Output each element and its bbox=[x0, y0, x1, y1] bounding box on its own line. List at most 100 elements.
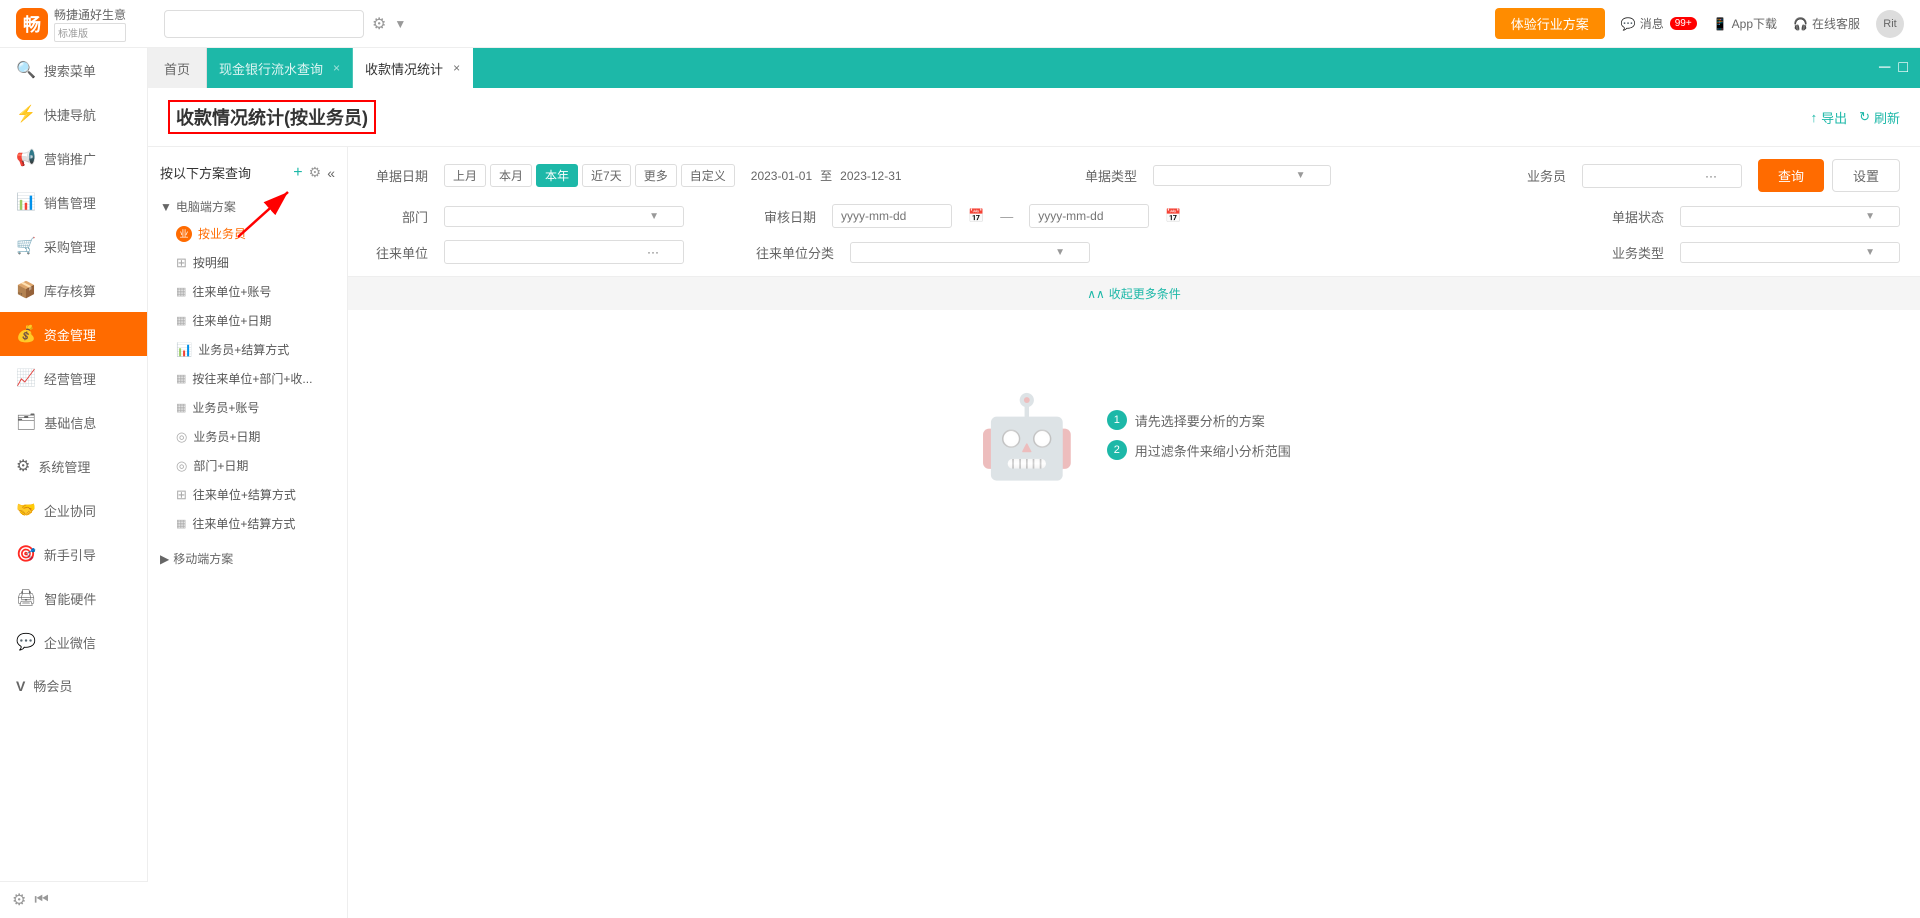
sidebar-item-finance[interactable]: 💰 资金管理 bbox=[0, 312, 147, 356]
sidebar-label-operations: 经营管理 bbox=[44, 369, 96, 388]
sidebar-item-wechat[interactable]: 💬 企业微信 bbox=[0, 620, 147, 664]
scheme-item-agent-date[interactable]: ◎ 业务员+日期 bbox=[148, 422, 347, 451]
date-tab-custom[interactable]: 自定义 bbox=[681, 164, 735, 187]
review-date-start[interactable] bbox=[832, 204, 952, 228]
date-tab-this-month[interactable]: 本月 bbox=[490, 164, 532, 187]
sidebar-item-nav[interactable]: ⚡ 快捷导航 bbox=[0, 92, 147, 136]
purchase-icon: 🛒 bbox=[16, 236, 36, 256]
search-icon: 🔍 bbox=[16, 60, 36, 80]
counterparty-category-select[interactable]: ▼ bbox=[850, 242, 1090, 263]
business-type-select[interactable]: ▼ bbox=[1680, 242, 1900, 263]
setting-button[interactable]: 设置 bbox=[1832, 159, 1900, 192]
collapse-bar[interactable]: ∧∧ 收起更多条件 bbox=[348, 277, 1920, 310]
sidebar-item-purchase[interactable]: 🛒 采购管理 bbox=[0, 224, 147, 268]
message-action[interactable]: 💬 消息 99+ bbox=[1621, 15, 1697, 32]
tab-receipt-close[interactable]: × bbox=[453, 61, 460, 75]
export-button[interactable]: ↑ 导出 bbox=[1811, 108, 1848, 127]
system-icon: ⚙ bbox=[16, 456, 30, 476]
sidebar-settings-icon[interactable]: ⚙ bbox=[12, 890, 26, 910]
voucher-status-label: 单据状态 bbox=[1604, 207, 1664, 226]
page-title: 收款情况统计(按业务员) bbox=[168, 100, 376, 134]
date-tab-7days[interactable]: 近7天 bbox=[582, 164, 631, 187]
sidebar-item-system[interactable]: ⚙ 系统管理 bbox=[0, 444, 147, 488]
date-dash: — bbox=[1000, 209, 1013, 224]
tab-cashflow-label: 现金银行流水查询 bbox=[219, 59, 323, 78]
tab-home[interactable]: 首页 bbox=[148, 48, 207, 88]
calendar-icon-end[interactable]: 📅 bbox=[1165, 208, 1181, 224]
tab-cashflow[interactable]: 现金银行流水查询 × bbox=[207, 48, 353, 88]
sidebar-item-guide[interactable]: 🎯 新手引导 bbox=[0, 532, 147, 576]
scheme-collapse-icon[interactable]: « bbox=[327, 165, 335, 181]
agent-date-icon: ◎ bbox=[176, 429, 187, 445]
sidebar-item-sales[interactable]: 📊 销售管理 bbox=[0, 180, 147, 224]
date-tab-this-year[interactable]: 本年 bbox=[536, 164, 578, 187]
scheme-setting-icon[interactable]: ⚙ bbox=[309, 164, 322, 181]
logo-icon: 畅 bbox=[16, 8, 48, 40]
sidebar-collapse-icon[interactable]: ⏮ bbox=[34, 891, 48, 909]
scheme-mobile-toggle[interactable]: ▶ 移动端方案 bbox=[148, 546, 347, 571]
refresh-button[interactable]: ↻ 刷新 bbox=[1859, 108, 1900, 127]
sidebar-label-search: 搜索菜单 bbox=[44, 61, 96, 80]
voucher-type-select[interactable]: ▼ bbox=[1153, 165, 1330, 186]
scheme-item-agent-account[interactable]: ▦ 业务员+账号 bbox=[148, 393, 347, 422]
window-minimize-icon[interactable]: ─ bbox=[1879, 59, 1890, 77]
scheme-item-agent-settle[interactable]: 📊 业务员+结算方式 bbox=[148, 335, 347, 364]
gear-icon[interactable]: ⚙ bbox=[372, 14, 386, 34]
sidebar-bottom: ⚙ ⏮ bbox=[0, 881, 148, 918]
sidebar-item-inventory[interactable]: 📦 库存核算 bbox=[0, 268, 147, 312]
phone-icon: 📱 bbox=[1713, 17, 1728, 31]
refresh-icon: ↻ bbox=[1859, 109, 1870, 125]
refresh-label: 刷新 bbox=[1874, 108, 1900, 127]
tab-cashflow-close[interactable]: × bbox=[333, 61, 340, 75]
window-maximize-icon[interactable]: □ bbox=[1898, 59, 1908, 77]
sidebar-item-collab[interactable]: 🤝 企业协同 bbox=[0, 488, 147, 532]
app-download-action[interactable]: 📱 App下载 bbox=[1713, 15, 1777, 32]
scheme-item-by-agent[interactable]: 业 按业务员 bbox=[148, 219, 347, 248]
scheme-label-agent-settle: 业务员+结算方式 bbox=[198, 341, 289, 358]
scheme-item-unit-dept[interactable]: ▦ 按往来单位+部门+收... bbox=[148, 364, 347, 393]
step-1-num: 1 bbox=[1107, 410, 1127, 430]
dept-select[interactable]: ▼ bbox=[444, 206, 684, 227]
scheme-label-detail: 按明细 bbox=[193, 254, 229, 271]
chevron-down-icon[interactable]: ▼ bbox=[394, 17, 406, 31]
scheme-item-unit-account[interactable]: ▦ 往来单位+账号 bbox=[148, 277, 347, 306]
scheme-desktop-toggle[interactable]: ▼ 电脑端方案 bbox=[148, 194, 347, 219]
sidebar-item-marketing[interactable]: 📢 营销推广 bbox=[0, 136, 147, 180]
sidebar-item-vip[interactable]: V 畅会员 bbox=[0, 664, 147, 707]
scheme-item-unit-settle2[interactable]: ▦ 往来单位+结算方式 bbox=[148, 509, 347, 538]
tab-receipt[interactable]: 收款情况统计 × bbox=[353, 48, 473, 88]
agent-select[interactable]: ··· bbox=[1582, 164, 1742, 188]
top-search-input[interactable] bbox=[164, 10, 364, 38]
scheme-label-unit-settle2: 往来单位+结算方式 bbox=[192, 515, 295, 532]
content-area: 按以下方案查询 + ⚙ « bbox=[148, 147, 1920, 918]
empty-step-1: 1 请先选择要分析的方案 bbox=[1107, 410, 1291, 430]
scheme-item-detail[interactable]: ⊞ 按明细 bbox=[148, 248, 347, 277]
sidebar-item-hardware[interactable]: 🖨 智能硬件 bbox=[0, 576, 147, 620]
scheme-item-unit-settle1[interactable]: ⊞ 往来单位+结算方式 bbox=[148, 480, 347, 509]
counterparty-select[interactable]: ··· bbox=[444, 240, 684, 264]
date-tab-more[interactable]: 更多 bbox=[635, 164, 677, 187]
sidebar-label-guide: 新手引导 bbox=[44, 545, 96, 564]
scheme-item-dept-date[interactable]: ◎ 部门+日期 bbox=[148, 451, 347, 480]
scheme-label-unit-date: 往来单位+日期 bbox=[192, 312, 271, 329]
sidebar-label-nav: 快捷导航 bbox=[44, 105, 96, 124]
calendar-icon-start[interactable]: 📅 bbox=[968, 208, 984, 224]
date-tab-last-month[interactable]: 上月 bbox=[444, 164, 486, 187]
scheme-label-agent-account: 业务员+账号 bbox=[192, 399, 259, 416]
avatar[interactable]: Rit bbox=[1876, 10, 1904, 38]
review-date-end[interactable] bbox=[1029, 204, 1149, 228]
guide-icon: 🎯 bbox=[16, 544, 36, 564]
sidebar-item-operations[interactable]: 📈 经营管理 bbox=[0, 356, 147, 400]
voucher-status-select[interactable]: ▼ bbox=[1680, 206, 1900, 227]
sidebar-item-search[interactable]: 🔍 搜索菜单 bbox=[0, 48, 147, 92]
date-label: 单据日期 bbox=[368, 166, 428, 185]
online-service-action[interactable]: 🎧 在线客服 bbox=[1793, 15, 1860, 32]
basic-icon: 🗂 bbox=[16, 412, 36, 432]
add-scheme-icon[interactable]: + bbox=[293, 164, 302, 182]
sidebar-item-basic[interactable]: 🗂 基础信息 bbox=[0, 400, 147, 444]
desktop-group-label: 电脑端方案 bbox=[176, 198, 236, 215]
export-icon: ↑ bbox=[1811, 110, 1818, 125]
scheme-item-unit-date[interactable]: ▦ 往来单位+日期 bbox=[148, 306, 347, 335]
query-button[interactable]: 查询 bbox=[1758, 159, 1824, 192]
trial-button[interactable]: 体验行业方案 bbox=[1495, 8, 1605, 39]
